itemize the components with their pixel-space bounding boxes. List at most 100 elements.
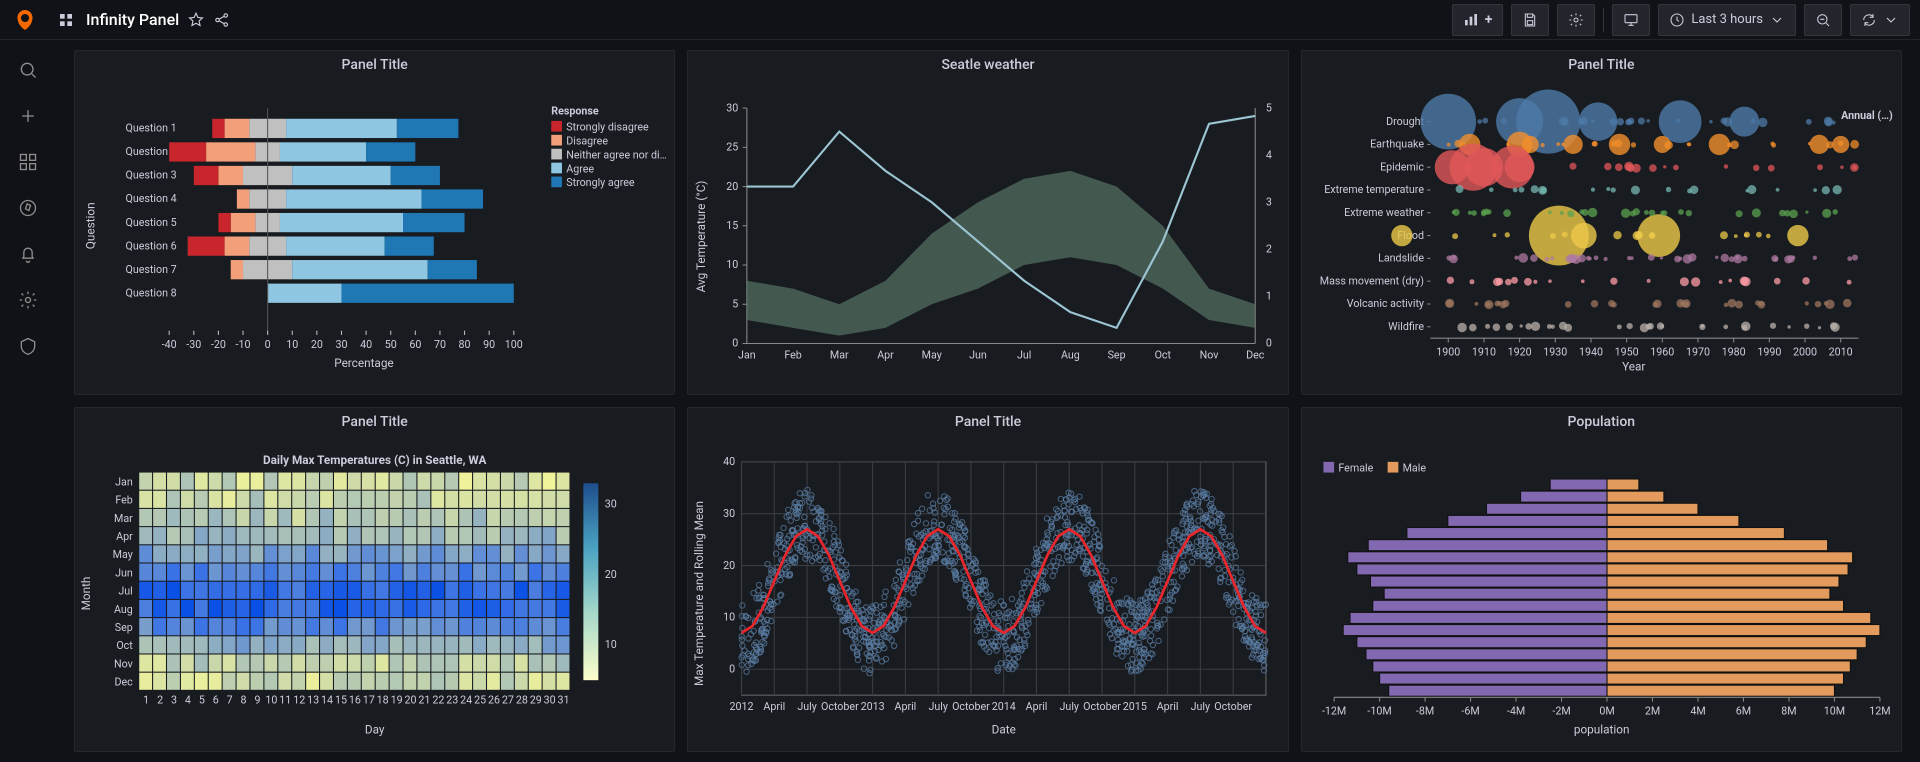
panel-population[interactable]: Population FemaleMale -12M-10M-8M-6M-4M-… xyxy=(1301,407,1902,752)
svg-text:Jul: Jul xyxy=(118,585,132,598)
share-icon[interactable] xyxy=(213,11,231,29)
search-icon[interactable] xyxy=(18,60,38,80)
svg-text:Annual (…): Annual (…) xyxy=(1841,109,1893,122)
dashboard-title[interactable]: Infinity Panel xyxy=(86,10,179,29)
svg-text:40: 40 xyxy=(360,338,372,351)
save-button[interactable] xyxy=(1511,4,1549,36)
svg-text:2M: 2M xyxy=(1644,704,1659,717)
svg-text:Volcanic activity: Volcanic activity xyxy=(1346,297,1423,310)
panel-title: Panel Title xyxy=(688,408,1287,436)
svg-text:Mass movement (dry): Mass movement (dry) xyxy=(1319,274,1423,287)
configuration-icon[interactable] xyxy=(18,290,38,310)
svg-text:Jun: Jun xyxy=(115,566,133,579)
svg-text:Question 6: Question 6 xyxy=(125,239,176,252)
svg-text:0M: 0M xyxy=(1599,704,1614,717)
svg-text:Oct: Oct xyxy=(1155,349,1172,362)
svg-text:20: 20 xyxy=(405,694,417,707)
svg-text:April: April xyxy=(764,700,786,713)
svg-text:5: 5 xyxy=(733,297,739,310)
svg-text:Jun: Jun xyxy=(969,349,987,362)
dashboards-icon[interactable] xyxy=(18,152,38,172)
dashboard-icon[interactable] xyxy=(58,12,74,28)
svg-text:October: October xyxy=(821,700,859,713)
svg-text:Male: Male xyxy=(1402,461,1426,474)
panel-bubbles[interactable]: Panel Title DroughtEarthquakeEpidemicExt… xyxy=(1301,50,1902,395)
svg-text:Earthquake: Earthquake xyxy=(1370,138,1424,151)
panel-title: Panel Title xyxy=(75,51,674,79)
monitor-button[interactable] xyxy=(1612,4,1650,36)
svg-text:Avg Temperature (°C): Avg Temperature (°C) xyxy=(694,181,708,293)
svg-text:July: July xyxy=(1060,700,1079,713)
svg-text:Jan: Jan xyxy=(115,475,133,488)
panel-title: Population xyxy=(1302,408,1901,436)
panel-likert[interactable]: Panel Title Question 1Question 2Question… xyxy=(74,50,675,395)
svg-text:Question 7: Question 7 xyxy=(125,263,176,276)
svg-text:2: 2 xyxy=(157,694,163,707)
svg-text:22: 22 xyxy=(432,694,444,707)
svg-text:12: 12 xyxy=(293,694,305,707)
zoom-out-button[interactable] xyxy=(1804,4,1842,36)
svg-text:100: 100 xyxy=(505,338,523,351)
svg-text:2015: 2015 xyxy=(1123,700,1147,713)
svg-text:Extreme weather: Extreme weather xyxy=(1344,206,1424,219)
panel-weather[interactable]: Seatle weather 051015202530012345JanFebM… xyxy=(687,50,1288,395)
create-icon[interactable] xyxy=(18,106,38,126)
svg-text:October: October xyxy=(952,700,990,713)
panel-rolling[interactable]: Panel Title 0102030402012AprilJulyOctobe… xyxy=(687,407,1288,752)
time-picker[interactable]: Last 3 hours xyxy=(1658,4,1796,36)
panel-heatmap[interactable]: Panel Title Daily Max Temperatures (C) i… xyxy=(74,407,675,752)
svg-text:28: 28 xyxy=(516,694,528,707)
svg-text:Mar: Mar xyxy=(114,512,133,525)
rolling-chart: 0102030402012AprilJulyOctober2013AprilJu… xyxy=(688,436,1287,751)
svg-text:17: 17 xyxy=(363,694,375,707)
svg-text:Percentage: Percentage xyxy=(334,356,393,370)
svg-text:Day: Day xyxy=(365,723,385,737)
svg-text:13: 13 xyxy=(307,694,319,707)
svg-text:Nov: Nov xyxy=(114,657,133,670)
svg-text:4: 4 xyxy=(1266,148,1272,161)
svg-text:21: 21 xyxy=(418,694,430,707)
svg-text:10: 10 xyxy=(723,611,735,624)
svg-text:Jan: Jan xyxy=(738,349,756,362)
svg-text:6: 6 xyxy=(213,694,219,707)
heatmap-chart: Daily Max Temperatures (C) in Seattle, W… xyxy=(75,436,674,751)
svg-text:30: 30 xyxy=(605,498,617,511)
grafana-logo[interactable] xyxy=(10,5,40,35)
panel-title: Seatle weather xyxy=(688,51,1287,79)
svg-text:0: 0 xyxy=(1266,337,1272,350)
server-admin-icon[interactable] xyxy=(18,336,38,356)
svg-text:Response: Response xyxy=(551,104,599,117)
refresh-button[interactable] xyxy=(1850,4,1910,36)
svg-text:Question 1: Question 1 xyxy=(125,122,176,135)
svg-text:April: April xyxy=(1026,700,1048,713)
svg-text:10: 10 xyxy=(605,638,617,651)
svg-text:1930: 1930 xyxy=(1543,345,1567,358)
svg-text:-10M: -10M xyxy=(1367,704,1391,717)
svg-text:80: 80 xyxy=(459,338,471,351)
explore-icon[interactable] xyxy=(18,198,38,218)
svg-text:Landslide: Landslide xyxy=(1378,252,1424,265)
svg-text:Extreme temperature: Extreme temperature xyxy=(1324,183,1424,196)
svg-text:5: 5 xyxy=(199,694,205,707)
star-icon[interactable] xyxy=(187,11,205,29)
panel-title: Panel Title xyxy=(75,408,674,436)
panel-title: Panel Title xyxy=(1302,51,1901,79)
alerting-icon[interactable] xyxy=(18,244,38,264)
svg-text:Question 3: Question 3 xyxy=(125,169,176,182)
svg-text:1950: 1950 xyxy=(1614,345,1638,358)
add-panel-button[interactable]: + xyxy=(1452,4,1504,36)
svg-text:May: May xyxy=(113,548,133,561)
svg-text:31: 31 xyxy=(558,694,570,707)
svg-text:Feb: Feb xyxy=(785,349,802,362)
svg-text:-8M: -8M xyxy=(1416,704,1434,717)
svg-text:2000: 2000 xyxy=(1793,345,1817,358)
svg-text:-12M: -12M xyxy=(1322,704,1346,717)
svg-text:90: 90 xyxy=(483,338,495,351)
side-nav xyxy=(0,40,56,762)
svg-text:2013: 2013 xyxy=(861,700,885,713)
settings-button[interactable] xyxy=(1557,4,1595,36)
svg-text:40: 40 xyxy=(723,455,735,468)
svg-text:October: October xyxy=(1084,700,1122,713)
svg-text:2014: 2014 xyxy=(992,700,1016,713)
svg-text:8M: 8M xyxy=(1781,704,1796,717)
